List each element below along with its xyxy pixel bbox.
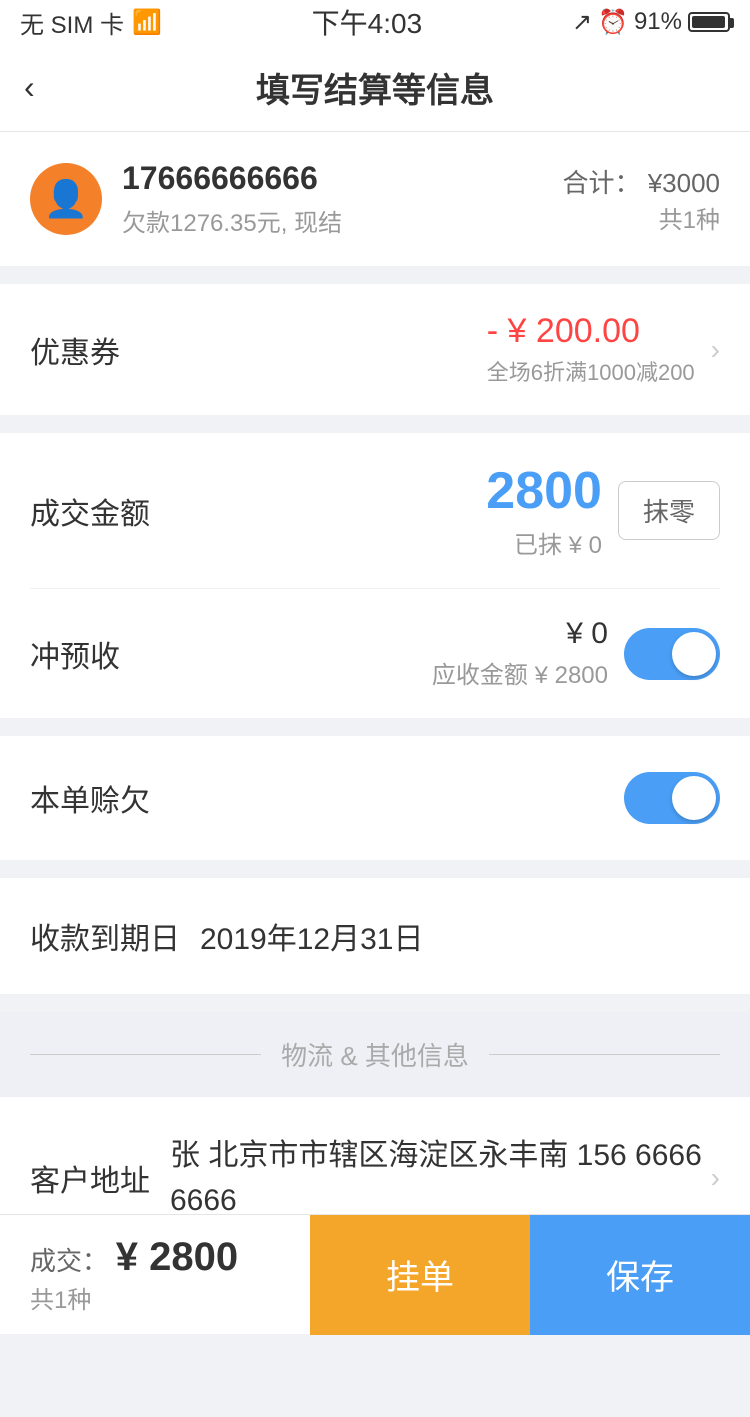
carrier-text: 无 SIM 卡 — [20, 5, 124, 40]
prepay-desc: 应收金额 ¥ 2800 — [432, 655, 608, 690]
due-section: 收款到期日 2019年12月31日 — [0, 878, 750, 994]
customer-info: 17666666666 欠款1276.35元, 现结 — [122, 160, 342, 238]
address-value: 张 北京市市辖区海淀区永丰南 156 6666 6666 — [170, 1133, 711, 1223]
prepay-amount: ¥ 0 — [432, 617, 608, 651]
debit-toggle[interactable] — [624, 772, 720, 824]
transaction-right: 2800 已抹 ¥ 0 抹零 — [486, 461, 720, 560]
footer: 成交： ¥ 2800 共1种 挂单 保存 — [0, 1214, 750, 1334]
total-label: 合计： ¥3000 — [562, 163, 720, 200]
customer-right: 合计： ¥3000 共1种 — [562, 163, 720, 235]
round-button[interactable]: 抹零 — [618, 481, 720, 540]
address-chevron-icon: › — [711, 1162, 720, 1194]
coupon-row[interactable]: 优惠券 - ¥ 200.00 全场6折满1000减200 › — [0, 284, 750, 415]
total-amount: ¥3000 — [648, 168, 720, 198]
coupon-label: 优惠券 — [30, 328, 120, 372]
battery-icon — [688, 12, 730, 32]
wifi-icon: 📶 — [132, 8, 162, 37]
footer-deal-count: 共1种 — [30, 1280, 280, 1315]
prepay-info: ¥ 0 应收金额 ¥ 2800 — [432, 617, 608, 690]
coupon-right: - ¥ 200.00 全场6折满1000减200 › — [487, 312, 720, 387]
debit-row: 本单赊欠 — [30, 736, 720, 860]
transaction-label: 成交金额 — [30, 489, 150, 533]
divider-line-left — [30, 1054, 261, 1055]
footer-deal-amount: ¥ 2800 — [116, 1235, 238, 1279]
coupon-amount: - ¥ 200.00 — [487, 312, 695, 351]
nav-bar: ‹ 填写结算等信息 — [0, 44, 750, 132]
location-icon: ↗ — [572, 8, 592, 37]
chevron-right-icon: › — [711, 334, 720, 366]
page-title: 填写结算等信息 — [256, 63, 494, 112]
due-date-value: 2019年12月31日 — [200, 914, 423, 958]
due-label: 收款到期日 — [30, 914, 180, 958]
status-left: 无 SIM 卡 📶 — [20, 5, 162, 40]
prepay-toggle[interactable] — [624, 628, 720, 680]
address-label: 客户地址 — [30, 1156, 150, 1200]
coupon-desc: 全场6折满1000减200 — [487, 355, 695, 387]
footer-info: 成交： ¥ 2800 共1种 — [0, 1235, 310, 1315]
save-button[interactable]: 保存 — [530, 1215, 750, 1335]
debit-label: 本单赊欠 — [30, 776, 150, 820]
logistics-divider: 物流 & 其他信息 — [0, 1012, 750, 1097]
debit-section: 本单赊欠 — [0, 736, 750, 860]
avatar: 👤 — [30, 163, 102, 235]
footer-deal-row: 成交： ¥ 2800 — [30, 1235, 280, 1280]
divider-line-right — [489, 1054, 720, 1055]
transaction-amount-row: 成交金额 2800 已抹 ¥ 0 抹零 — [30, 433, 720, 589]
due-row: 收款到期日 2019年12月31日 — [30, 878, 720, 994]
prepay-row: 冲预收 ¥ 0 应收金额 ¥ 2800 — [30, 589, 720, 718]
prepay-right: ¥ 0 应收金额 ¥ 2800 — [432, 617, 720, 690]
logistics-label: 物流 & 其他信息 — [281, 1036, 469, 1073]
coupon-section: 优惠券 - ¥ 200.00 全场6折满1000减200 › — [0, 284, 750, 415]
back-button[interactable]: ‹ — [24, 69, 35, 106]
status-bar: 无 SIM 卡 📶 下午4:03 ↗ ⏰ 91% — [0, 0, 750, 44]
customer-debt: 欠款1276.35元, 现结 — [122, 203, 342, 238]
customer-left: 👤 17666666666 欠款1276.35元, 现结 — [30, 160, 342, 238]
status-right: ↗ ⏰ 91% — [572, 8, 730, 37]
status-time: 下午4:03 — [312, 2, 423, 42]
total-count: 共1种 — [562, 200, 720, 235]
transaction-value: 2800 — [486, 461, 602, 521]
amount-section: 成交金额 2800 已抹 ¥ 0 抹零 冲预收 ¥ 0 应收金额 ¥ 2800 — [0, 433, 750, 718]
hold-button[interactable]: 挂单 — [310, 1215, 530, 1335]
alarm-icon: ⏰ — [598, 8, 628, 37]
footer-deal-label: 成交： — [30, 1246, 108, 1276]
avatar-icon: 👤 — [44, 178, 89, 220]
customer-phone: 17666666666 — [122, 160, 342, 197]
transaction-sub: 已抹 ¥ 0 — [486, 525, 602, 560]
customer-card: 👤 17666666666 欠款1276.35元, 现结 合计： ¥3000 共… — [0, 132, 750, 266]
battery-percent: 91% — [634, 8, 682, 36]
prepay-label: 冲预收 — [30, 632, 120, 676]
